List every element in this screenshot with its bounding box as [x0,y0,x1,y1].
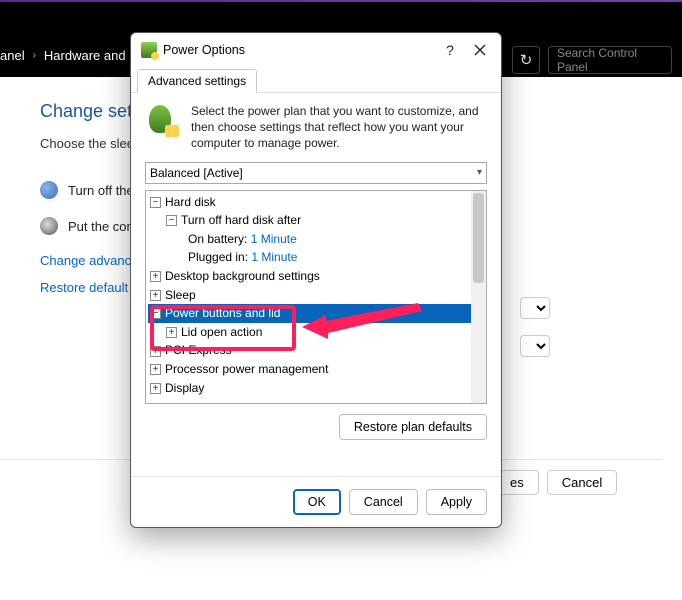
breadcrumb-seg-2[interactable]: Hardware and S [44,48,138,63]
dialog-titlebar[interactable]: Power Options ? [131,33,501,67]
dialog-intro-text: Select the power plan that you want to c… [191,103,487,152]
tree-desktop-bg[interactable]: +Desktop background settings [148,267,484,286]
tab-advanced-settings[interactable]: Advanced settings [137,69,257,93]
chevron-right-icon: › [33,50,36,61]
option-sleep-label: Put the com [68,219,137,234]
search-placeholder: Search Control Panel [557,46,663,74]
help-button[interactable]: ? [435,36,465,64]
plugged-in-value[interactable]: 1 Minute [251,250,297,264]
tree-processor-power[interactable]: +Processor power management [148,360,484,379]
option-display-label: Turn off the [68,183,134,198]
bg-cancel-button[interactable]: Cancel [547,470,617,495]
tree-pci-express[interactable]: +PCI Express [148,341,484,360]
tree-scrollbar[interactable] [471,191,486,403]
collapse-icon[interactable]: − [150,308,161,319]
chevron-down-icon: ▾ [477,167,482,178]
tabstrip: Advanced settings [131,67,501,93]
on-battery-value[interactable]: 1 Minute [251,232,297,246]
settings-tree[interactable]: −Hard disk −Turn off hard disk after On … [145,190,487,404]
accent-line [0,0,682,2]
dialog-footer: OK Cancel Apply [131,476,501,527]
power-options-dialog: Power Options ? Advanced settings Select… [130,32,502,528]
restore-plan-defaults-button[interactable]: Restore plan defaults [339,414,487,440]
refresh-button[interactable]: ↻ [512,46,540,74]
scrollbar-thumb[interactable] [473,193,484,283]
close-icon [474,44,486,56]
tree-turn-off-hard-disk[interactable]: −Turn off hard disk after [148,211,484,230]
search-input[interactable]: Search Control Panel [548,46,672,74]
expand-icon[interactable]: + [166,327,177,338]
apply-button[interactable]: Apply [426,489,487,515]
breadcrumb-seg-1[interactable]: anel [0,48,25,63]
expand-icon[interactable]: + [150,364,161,375]
dialog-title: Power Options [163,43,435,57]
tree-display[interactable]: +Display [148,379,484,398]
expand-icon[interactable]: + [150,383,161,394]
close-button[interactable] [465,36,495,64]
cancel-button[interactable]: Cancel [349,489,418,515]
power-plan-select[interactable]: Balanced [Active] ▾ [145,162,487,184]
tree-power-buttons-lid[interactable]: −Power buttons and lid [148,304,484,323]
breadcrumb[interactable]: anel › Hardware and S [0,48,138,63]
power-plan-icon [145,103,181,139]
moon-icon [40,217,58,235]
expand-icon[interactable]: + [150,346,161,357]
tree-sleep[interactable]: +Sleep [148,286,484,305]
expand-icon[interactable]: + [150,290,161,301]
collapse-icon[interactable]: − [150,197,161,208]
power-plan-value: Balanced [Active] [150,166,243,180]
collapse-icon[interactable]: − [166,215,177,226]
option-sleep-select[interactable] [520,335,550,357]
tree-lid-open-action[interactable]: +Lid open action [148,323,484,342]
tree-plugged-in[interactable]: Plugged in: 1 Minute [148,248,484,267]
power-icon [141,42,157,58]
ok-button[interactable]: OK [293,489,341,515]
tree-on-battery[interactable]: On battery: 1 Minute [148,230,484,249]
dialog-intro: Select the power plan that you want to c… [145,103,487,152]
expand-icon[interactable]: + [150,271,161,282]
display-icon [40,181,58,199]
option-display-select[interactable] [520,297,550,319]
tree-hard-disk[interactable]: −Hard disk [148,193,484,212]
